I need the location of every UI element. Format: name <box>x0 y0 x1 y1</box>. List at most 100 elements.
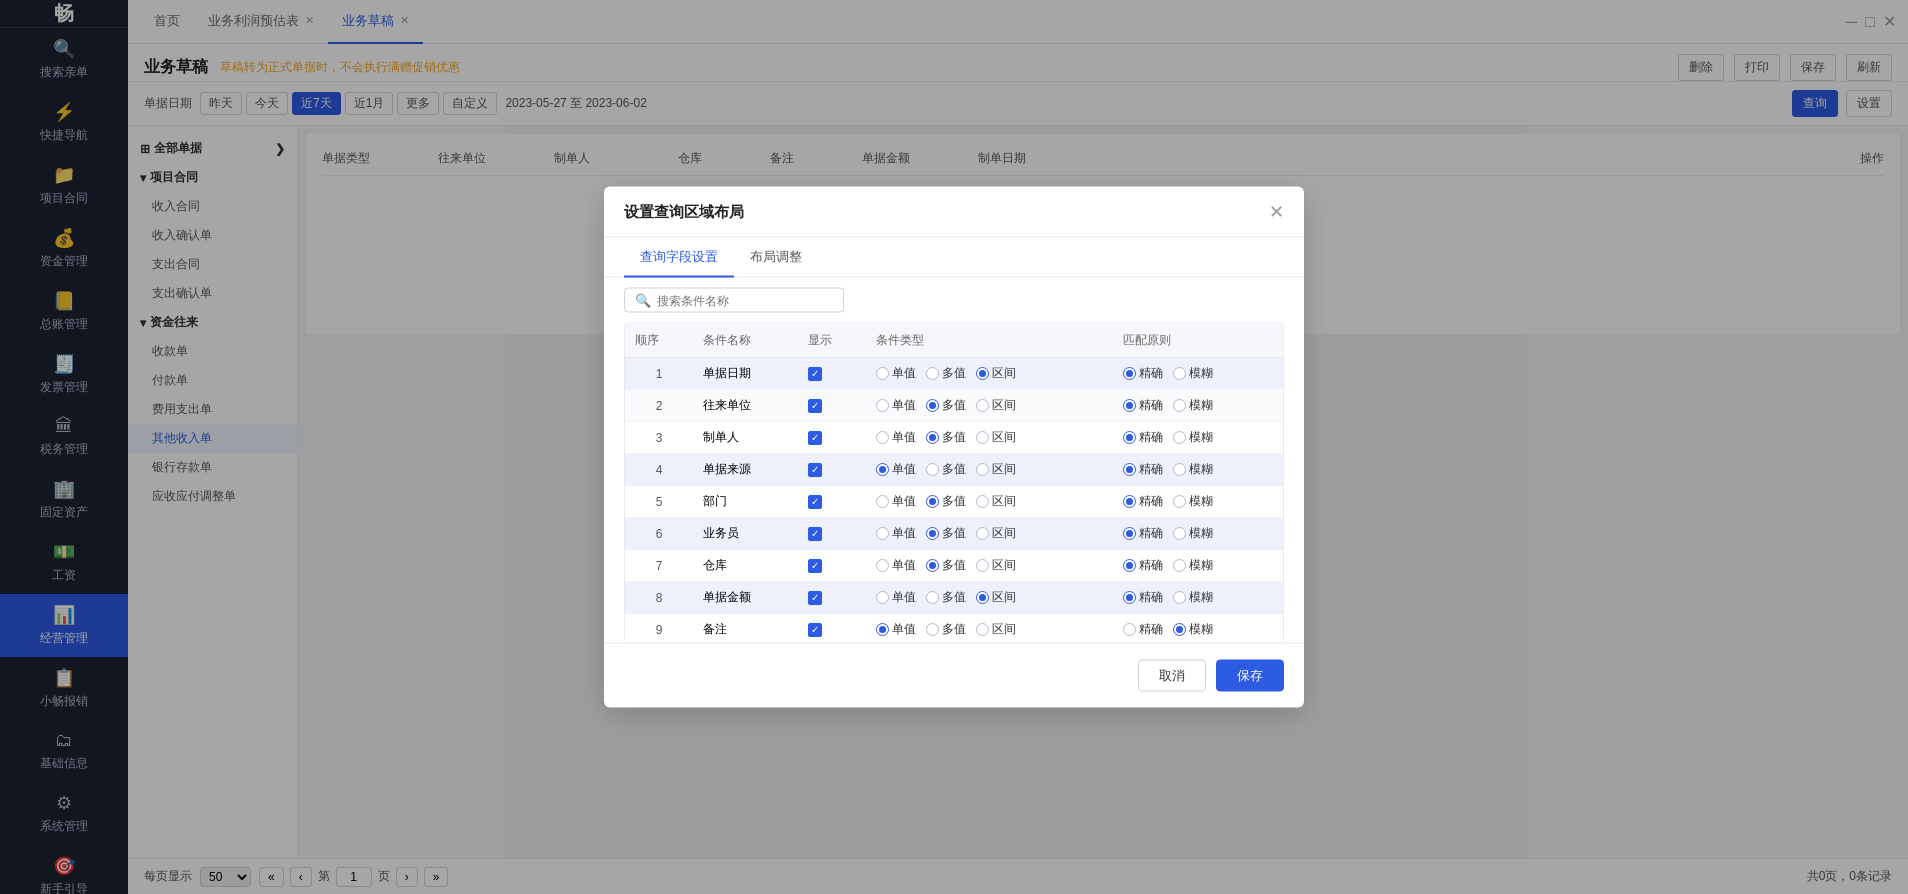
row-name: 仓库 <box>693 549 798 581</box>
radio-single[interactable]: 单值 <box>876 557 916 574</box>
radio-circle <box>876 431 889 444</box>
radio-single[interactable]: 单值 <box>876 365 916 382</box>
row-order: 6 <box>625 517 693 549</box>
radio-circle <box>1173 367 1186 380</box>
dialog-table: 顺序 条件名称 显示 条件类型 匹配原则 1单据日期✓单值多值区间精确模糊2往来… <box>624 323 1284 643</box>
radio-fuzzy[interactable]: 模糊 <box>1173 493 1213 510</box>
radio-circle <box>926 399 939 412</box>
display-checkbox[interactable]: ✓ <box>808 590 822 604</box>
radio-exact[interactable]: 精确 <box>1123 429 1163 446</box>
radio-exact[interactable]: 精确 <box>1123 397 1163 414</box>
row-name: 业务员 <box>693 517 798 549</box>
radio-single[interactable]: 单值 <box>876 429 916 446</box>
radio-multi[interactable]: 多值 <box>926 461 966 478</box>
cancel-button[interactable]: 取消 <box>1138 660 1206 692</box>
display-checkbox[interactable]: ✓ <box>808 430 822 444</box>
display-checkbox[interactable]: ✓ <box>808 462 822 476</box>
radio-circle <box>876 559 889 572</box>
radio-circle <box>1123 527 1136 540</box>
radio-exact[interactable]: 精确 <box>1123 461 1163 478</box>
radio-range[interactable]: 区间 <box>976 365 1016 382</box>
radio-circle <box>876 527 889 540</box>
radio-fuzzy[interactable]: 模糊 <box>1173 461 1213 478</box>
radio-range[interactable]: 区间 <box>976 493 1016 510</box>
radio-circle <box>876 591 889 604</box>
radio-multi[interactable]: 多值 <box>926 397 966 414</box>
radio-exact[interactable]: 精确 <box>1123 589 1163 606</box>
radio-circle <box>1173 399 1186 412</box>
radio-circle <box>976 463 989 476</box>
radio-single[interactable]: 单值 <box>876 621 916 638</box>
radio-range[interactable]: 区间 <box>976 589 1016 606</box>
table-row: 1单据日期✓单值多值区间精确模糊 <box>625 357 1283 389</box>
radio-range[interactable]: 区间 <box>976 429 1016 446</box>
dialog-search-area: 🔍 <box>604 278 1304 323</box>
radio-circle <box>876 623 889 636</box>
save-dialog-button[interactable]: 保存 <box>1216 660 1284 692</box>
radio-single[interactable]: 单值 <box>876 525 916 542</box>
radio-multi[interactable]: 多值 <box>926 429 966 446</box>
radio-multi[interactable]: 多值 <box>926 493 966 510</box>
dialog-tabs: 查询字段设置 布局调整 <box>604 238 1304 278</box>
radio-fuzzy[interactable]: 模糊 <box>1173 621 1213 638</box>
search-input[interactable] <box>657 293 833 307</box>
radio-range[interactable]: 区间 <box>976 525 1016 542</box>
display-checkbox[interactable]: ✓ <box>808 622 822 636</box>
radio-circle <box>976 623 989 636</box>
radio-circle <box>876 399 889 412</box>
radio-multi[interactable]: 多值 <box>926 365 966 382</box>
radio-range[interactable]: 区间 <box>976 397 1016 414</box>
radio-fuzzy[interactable]: 模糊 <box>1173 429 1213 446</box>
radio-exact[interactable]: 精确 <box>1123 525 1163 542</box>
radio-multi[interactable]: 多值 <box>926 589 966 606</box>
dialog-header: 设置查询区域布局 ✕ <box>604 187 1304 238</box>
radio-exact[interactable]: 精确 <box>1123 493 1163 510</box>
row-order: 1 <box>625 357 693 389</box>
table-row: 5部门 ✓ 单值多值区间 精确模糊 <box>625 485 1283 517</box>
search-icon: 🔍 <box>635 293 651 308</box>
radio-exact[interactable]: 精确 <box>1123 621 1163 638</box>
radio-fuzzy[interactable]: 模糊 <box>1173 557 1213 574</box>
radio-circle <box>1173 591 1186 604</box>
tab-query-fields[interactable]: 查询字段设置 <box>624 238 734 278</box>
display-checkbox[interactable]: ✓ <box>808 366 822 380</box>
radio-circle <box>976 495 989 508</box>
radio-fuzzy[interactable]: 模糊 <box>1173 397 1213 414</box>
radio-exact[interactable]: 精确 <box>1123 365 1163 382</box>
search-input-wrap[interactable]: 🔍 <box>624 288 844 313</box>
radio-fuzzy[interactable]: 模糊 <box>1173 589 1213 606</box>
tab-layout[interactable]: 布局调整 <box>734 238 818 278</box>
row-name: 单据来源 <box>693 453 798 485</box>
radio-range[interactable]: 区间 <box>976 621 1016 638</box>
radio-exact[interactable]: 精确 <box>1123 557 1163 574</box>
radio-single[interactable]: 单值 <box>876 589 916 606</box>
radio-range[interactable]: 区间 <box>976 557 1016 574</box>
display-checkbox[interactable]: ✓ <box>808 494 822 508</box>
row-order: 5 <box>625 485 693 517</box>
radio-single[interactable]: 单值 <box>876 461 916 478</box>
radio-fuzzy[interactable]: 模糊 <box>1173 525 1213 542</box>
radio-circle <box>926 559 939 572</box>
radio-circle <box>926 431 939 444</box>
display-checkbox[interactable]: ✓ <box>808 526 822 540</box>
dialog-close-button[interactable]: ✕ <box>1269 201 1284 223</box>
radio-circle <box>1173 431 1186 444</box>
radio-multi[interactable]: 多值 <box>926 557 966 574</box>
radio-multi[interactable]: 多值 <box>926 621 966 638</box>
display-checkbox[interactable]: ✓ <box>808 558 822 572</box>
row-name: 部门 <box>693 485 798 517</box>
display-checkbox[interactable]: ✓ <box>808 398 822 412</box>
table-row: 9备注✓单值多值区间精确模糊 <box>625 613 1283 643</box>
radio-fuzzy[interactable]: 模糊 <box>1173 365 1213 382</box>
col-name: 条件名称 <box>693 324 798 358</box>
row-order: 8 <box>625 581 693 613</box>
radio-circle <box>1173 623 1186 636</box>
radio-single[interactable]: 单值 <box>876 493 916 510</box>
col-order: 顺序 <box>625 324 693 358</box>
radio-multi[interactable]: 多值 <box>926 525 966 542</box>
radio-circle <box>926 463 939 476</box>
col-match: 匹配原则 <box>1113 324 1283 358</box>
radio-range[interactable]: 区间 <box>976 461 1016 478</box>
radio-single[interactable]: 单值 <box>876 397 916 414</box>
radio-circle <box>926 367 939 380</box>
